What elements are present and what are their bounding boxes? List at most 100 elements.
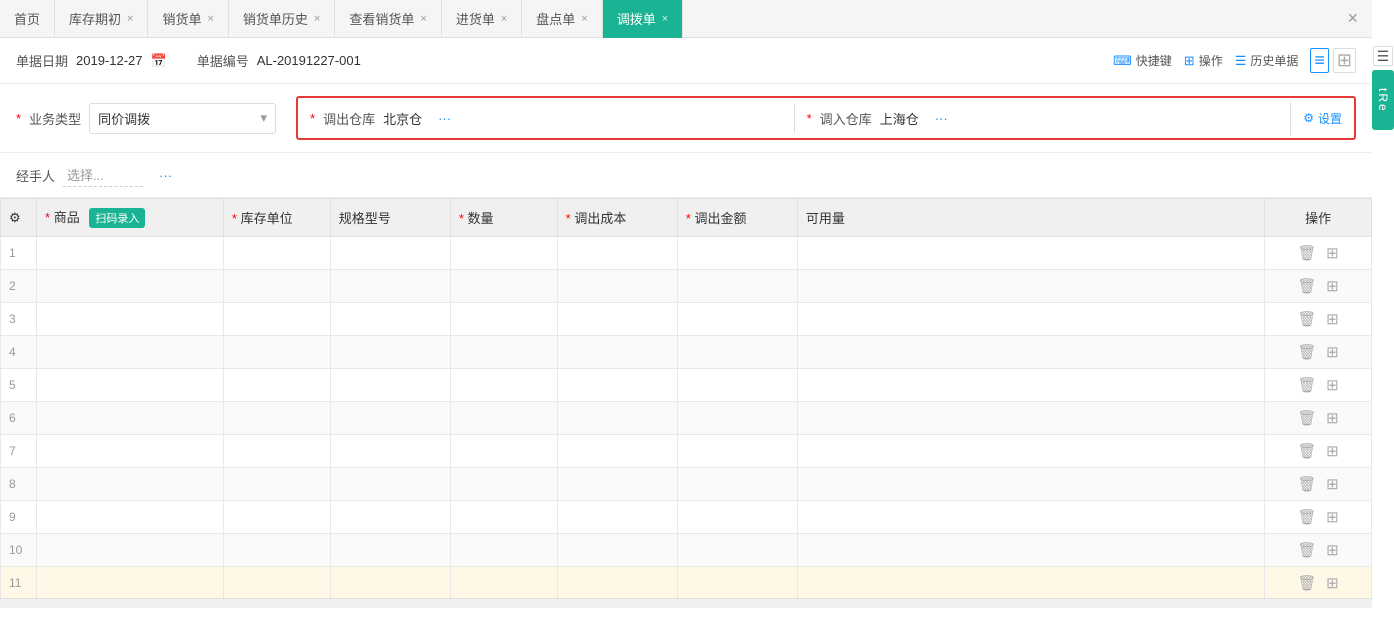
row-available-10[interactable] [797,534,1264,567]
row-quantity-7[interactable] [450,435,557,468]
row-transfer-cost-9[interactable] [557,501,677,534]
copy-icon-4[interactable]: ⊞ [1326,344,1339,361]
handler-more[interactable]: ··· [159,168,172,183]
tab-sales-history[interactable]: 销货单历史 × [229,0,335,38]
tab-close-inventory-check[interactable]: × [581,13,587,25]
tab-view-sales[interactable]: 查看销货单 × [335,0,441,38]
row-stock-unit-7[interactable] [223,435,330,468]
th-settings[interactable]: ⚙ [1,199,37,237]
delete-icon-2[interactable]: 🗑 [1297,278,1316,295]
row-available-2[interactable] [797,270,1264,303]
tab-inventory-check[interactable]: 盘点单 × [522,0,602,38]
row-product-2[interactable] [37,270,224,303]
copy-icon-9[interactable]: ⊞ [1326,509,1339,526]
row-quantity-6[interactable] [450,402,557,435]
delete-icon-10[interactable]: 🗑 [1297,542,1316,559]
delete-icon-5[interactable]: 🗑 [1297,377,1316,394]
row-transfer-amount-11[interactable] [677,567,797,599]
row-transfer-cost-1[interactable] [557,237,677,270]
delete-icon-8[interactable]: 🗑 [1297,476,1316,493]
row-quantity-9[interactable] [450,501,557,534]
row-spec-8[interactable] [330,468,450,501]
row-product-3[interactable] [37,303,224,336]
row-transfer-amount-6[interactable] [677,402,797,435]
tab-close-sales-order[interactable]: × [207,13,213,25]
row-quantity-1[interactable] [450,237,557,270]
history-btn[interactable]: ☰ 历史单据 [1235,52,1299,69]
row-transfer-cost-3[interactable] [557,303,677,336]
calendar-icon[interactable]: 📅 [151,53,167,69]
copy-icon-1[interactable]: ⊞ [1326,245,1339,262]
row-spec-9[interactable] [330,501,450,534]
row-transfer-amount-3[interactable] [677,303,797,336]
sidebar-teal-btn[interactable]: tRe [1372,70,1394,130]
row-transfer-amount-7[interactable] [677,435,797,468]
row-product-5[interactable] [37,369,224,402]
tab-inventory-init[interactable]: 库存期初 × [55,0,148,38]
delete-icon-7[interactable]: 🗑 [1297,443,1316,460]
row-available-6[interactable] [797,402,1264,435]
row-stock-unit-3[interactable] [223,303,330,336]
row-available-4[interactable] [797,336,1264,369]
row-spec-4[interactable] [330,336,450,369]
tab-transfer-order[interactable]: 调拨单 × [603,0,683,38]
shortcut-btn[interactable]: ⌨ 快捷键 [1113,52,1172,69]
warehouse-in-more[interactable]: ··· [935,111,948,126]
row-stock-unit-6[interactable] [223,402,330,435]
delete-icon-3[interactable]: 🗑 [1297,311,1316,328]
row-stock-unit-2[interactable] [223,270,330,303]
row-available-11[interactable] [797,567,1264,599]
row-quantity-4[interactable] [450,336,557,369]
row-product-1[interactable] [37,237,224,270]
tab-home[interactable]: 首页 [0,0,55,38]
row-stock-unit-9[interactable] [223,501,330,534]
row-available-9[interactable] [797,501,1264,534]
tab-sales-order[interactable]: 销货单 × [148,0,228,38]
row-product-9[interactable] [37,501,224,534]
delete-icon-9[interactable]: 🗑 [1297,509,1316,526]
delete-icon-1[interactable]: 🗑 [1297,245,1316,262]
row-quantity-10[interactable] [450,534,557,567]
handler-select[interactable]: 选择... [63,163,143,187]
copy-icon-2[interactable]: ⊞ [1326,278,1339,295]
row-available-7[interactable] [797,435,1264,468]
row-quantity-2[interactable] [450,270,557,303]
row-quantity-8[interactable] [450,468,557,501]
sidebar-list-btn[interactable]: ☰ [1373,46,1393,66]
row-product-4[interactable] [37,336,224,369]
row-transfer-cost-6[interactable] [557,402,677,435]
row-spec-1[interactable] [330,237,450,270]
grid-layout-icon[interactable]: ⊞ [1333,48,1356,73]
row-product-7[interactable] [37,435,224,468]
row-spec-11[interactable] [330,567,450,599]
bottom-scrollbar[interactable] [0,598,1372,608]
row-spec-3[interactable] [330,303,450,336]
row-available-8[interactable] [797,468,1264,501]
copy-icon-5[interactable]: ⊞ [1326,377,1339,394]
copy-icon-8[interactable]: ⊞ [1326,476,1339,493]
row-transfer-cost-2[interactable] [557,270,677,303]
delete-icon-4[interactable]: 🗑 [1297,344,1316,361]
row-available-5[interactable] [797,369,1264,402]
row-stock-unit-10[interactable] [223,534,330,567]
row-stock-unit-8[interactable] [223,468,330,501]
row-transfer-cost-10[interactable] [557,534,677,567]
delete-icon-6[interactable]: 🗑 [1297,410,1316,427]
copy-icon-3[interactable]: ⊞ [1326,311,1339,328]
row-quantity-3[interactable] [450,303,557,336]
row-spec-7[interactable] [330,435,450,468]
row-transfer-cost-5[interactable] [557,369,677,402]
settings-gear-btn[interactable]: ⚙ 设置 [1290,102,1354,135]
row-available-3[interactable] [797,303,1264,336]
row-spec-6[interactable] [330,402,450,435]
copy-icon-6[interactable]: ⊞ [1326,410,1339,427]
tab-close-inventory-init[interactable]: × [127,13,133,25]
row-product-11[interactable] [37,567,224,599]
tab-close-sales-history[interactable]: × [314,13,320,25]
row-quantity-5[interactable] [450,369,557,402]
copy-icon-7[interactable]: ⊞ [1326,443,1339,460]
scan-btn[interactable]: 扫码录入 [89,208,145,228]
row-transfer-amount-1[interactable] [677,237,797,270]
row-product-6[interactable] [37,402,224,435]
row-available-1[interactable] [797,237,1264,270]
